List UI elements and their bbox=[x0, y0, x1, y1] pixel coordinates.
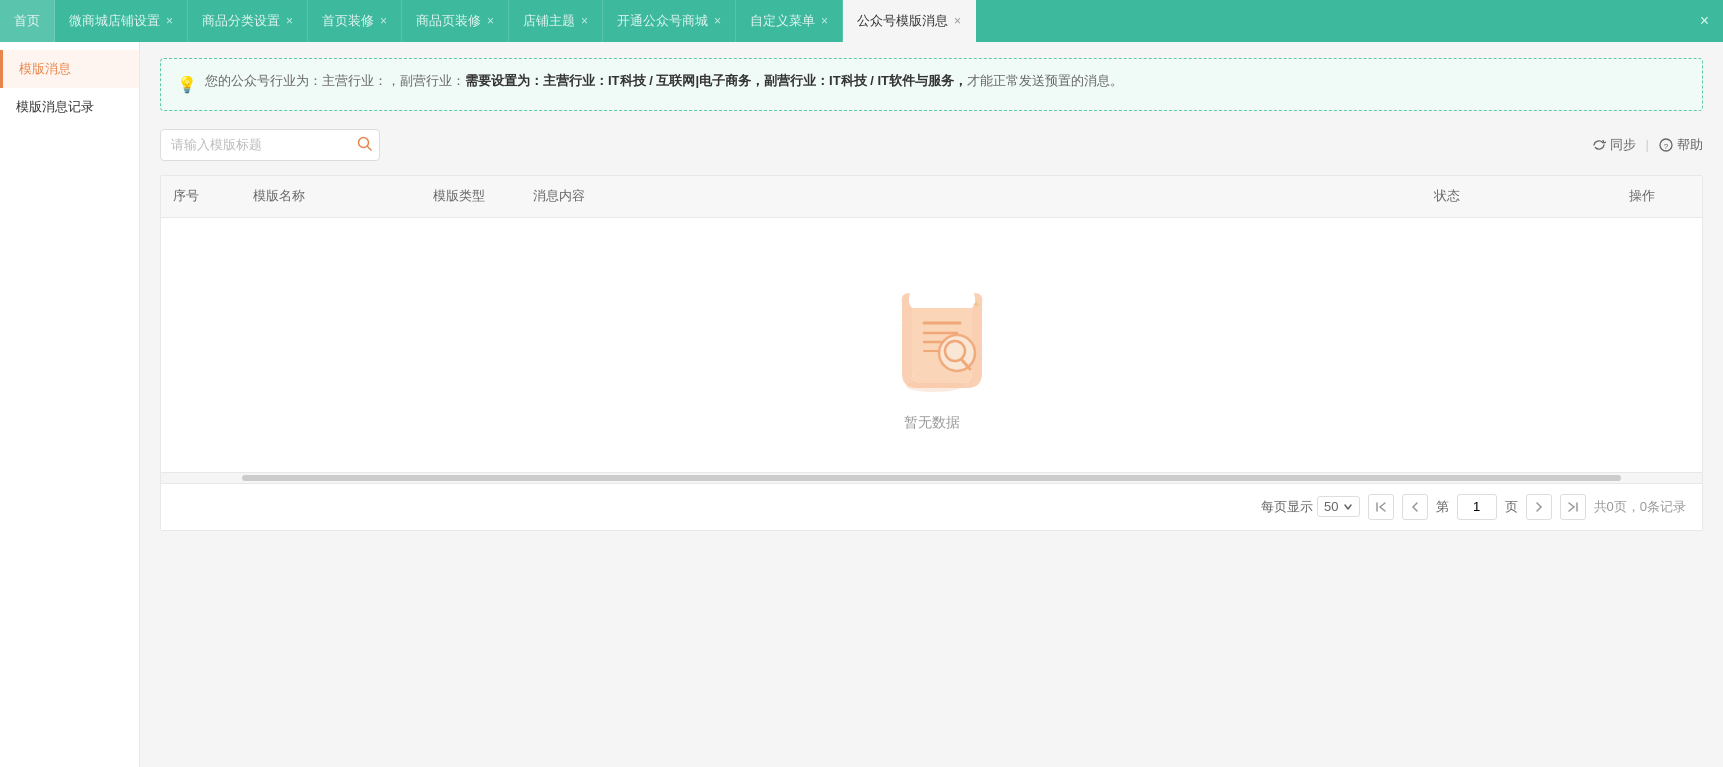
page-size-dropdown[interactable]: 50 bbox=[1317, 496, 1359, 517]
close-tab-template-msg[interactable]: × bbox=[954, 15, 961, 27]
col-header-name: 模版名称 bbox=[241, 187, 421, 205]
nav-tab-home[interactable]: 首页 bbox=[0, 0, 55, 42]
sync-button[interactable]: 同步 bbox=[1592, 136, 1636, 154]
main-layout: 模版消息 模版消息记录 💡 您的公众号行业为：主营行业：，副营行业：需要设置为：… bbox=[0, 42, 1723, 767]
toolbar-divider: | bbox=[1646, 137, 1649, 152]
notice-text: 您的公众号行业为：主营行业：，副营行业：需要设置为：主营行业：IT科技 / 互联… bbox=[205, 71, 1123, 92]
svg-text:·: · bbox=[897, 321, 899, 330]
last-page-icon bbox=[1567, 501, 1579, 513]
nav-tab-home-decor[interactable]: 首页装修 × bbox=[308, 0, 402, 42]
toolbar-right: 同步 | ? 帮助 bbox=[1592, 136, 1703, 154]
horizontal-scrollbar[interactable] bbox=[161, 472, 1702, 484]
notice-suffix: 才能正常发送预置的消息。 bbox=[967, 73, 1123, 88]
close-tab-open-mall[interactable]: × bbox=[714, 15, 721, 27]
close-tab-custom-menu[interactable]: × bbox=[821, 15, 828, 27]
chevron-down-icon bbox=[1343, 502, 1353, 512]
prev-page-button[interactable] bbox=[1402, 494, 1428, 520]
close-all-tabs-button[interactable]: × bbox=[1686, 12, 1723, 30]
help-button[interactable]: ? 帮助 bbox=[1659, 136, 1703, 154]
notice-box: 💡 您的公众号行业为：主营行业：，副营行业：需要设置为：主营行业：IT科技 / … bbox=[160, 58, 1703, 111]
total-info: 共0页，0条记录 bbox=[1594, 498, 1686, 516]
empty-illustration: ✦ · · bbox=[872, 278, 992, 398]
nav-tab-open-mall[interactable]: 开通公众号商城 × bbox=[603, 0, 736, 42]
nav-tab-label-home: 首页 bbox=[14, 12, 40, 30]
search-input[interactable] bbox=[160, 129, 380, 161]
scroll-thumb[interactable] bbox=[242, 475, 1622, 481]
sync-icon bbox=[1592, 138, 1606, 152]
empty-text: 暂无数据 bbox=[904, 414, 960, 432]
page-size-select: 每页显示 50 bbox=[1261, 496, 1359, 517]
page-unit: 页 bbox=[1505, 498, 1518, 516]
close-tab-shop-theme[interactable]: × bbox=[581, 15, 588, 27]
empty-state: ✦ · · 暂无数据 bbox=[161, 218, 1702, 472]
svg-line-1 bbox=[368, 146, 372, 150]
nav-tab-product-category[interactable]: 商品分类设置 × bbox=[188, 0, 308, 42]
nav-tab-custom-menu[interactable]: 自定义菜单 × bbox=[736, 0, 843, 42]
page-label: 第 bbox=[1436, 498, 1449, 516]
search-button[interactable] bbox=[357, 136, 372, 154]
search-bar: 同步 | ? 帮助 bbox=[160, 129, 1703, 161]
col-header-content: 消息内容 bbox=[521, 187, 1422, 205]
close-tab-product-category[interactable]: × bbox=[286, 15, 293, 27]
nav-tab-label-product-decor: 商品页装修 bbox=[416, 12, 481, 30]
close-tab-shop-setting[interactable]: × bbox=[166, 15, 173, 27]
close-tab-product-decor[interactable]: × bbox=[487, 15, 494, 27]
col-header-action: 操作 bbox=[1582, 187, 1702, 205]
notice-highlight: 需要设置为：主营行业：IT科技 / 互联网|电子商务，副营行业：IT科技 / I… bbox=[465, 73, 967, 88]
first-page-button[interactable] bbox=[1368, 494, 1394, 520]
close-tab-home-decor[interactable]: × bbox=[380, 15, 387, 27]
first-page-icon bbox=[1375, 501, 1387, 513]
next-page-icon bbox=[1533, 501, 1545, 513]
sidebar: 模版消息 模版消息记录 bbox=[0, 42, 140, 767]
nav-tab-label-shop-setting: 微商城店铺设置 bbox=[69, 12, 160, 30]
col-header-status: 状态 bbox=[1422, 187, 1582, 205]
help-icon: ? bbox=[1659, 138, 1673, 152]
data-table: 序号 模版名称 模版类型 消息内容 状态 操作 bbox=[160, 175, 1703, 531]
top-nav: 首页 微商城店铺设置 × 商品分类设置 × 首页装修 × 商品页装修 × 店铺主… bbox=[0, 0, 1723, 42]
table-header: 序号 模版名称 模版类型 消息内容 状态 操作 bbox=[161, 176, 1702, 218]
bulb-icon: 💡 bbox=[177, 72, 197, 98]
nav-tab-shop-theme[interactable]: 店铺主题 × bbox=[509, 0, 603, 42]
nav-tab-label-home-decor: 首页装修 bbox=[322, 12, 374, 30]
notice-prefix: 您的公众号行业为：主营行业：，副营行业： bbox=[205, 73, 465, 88]
pagination: 每页显示 50 bbox=[161, 484, 1702, 530]
page-size-value: 50 bbox=[1324, 499, 1338, 514]
nav-tab-label-product-category: 商品分类设置 bbox=[202, 12, 280, 30]
nav-tab-label-open-mall: 开通公众号商城 bbox=[617, 12, 708, 30]
sidebar-item-template-msg-record[interactable]: 模版消息记录 bbox=[0, 88, 139, 126]
search-icon bbox=[357, 136, 372, 151]
svg-text:·: · bbox=[980, 316, 982, 325]
sidebar-item-label-template-msg: 模版消息 bbox=[19, 61, 71, 76]
page-number-input[interactable] bbox=[1457, 494, 1497, 520]
nav-tab-label-template-msg: 公众号模版消息 bbox=[857, 12, 948, 30]
nav-tab-shop-setting[interactable]: 微商城店铺设置 × bbox=[55, 0, 188, 42]
sidebar-item-label-template-msg-record: 模版消息记录 bbox=[16, 99, 94, 114]
content-area: 💡 您的公众号行业为：主营行业：，副营行业：需要设置为：主营行业：IT科技 / … bbox=[140, 42, 1723, 767]
last-page-button[interactable] bbox=[1560, 494, 1586, 520]
prev-page-icon bbox=[1409, 501, 1421, 513]
sync-label: 同步 bbox=[1610, 136, 1636, 154]
nav-tab-template-msg[interactable]: 公众号模版消息 × bbox=[843, 0, 976, 42]
next-page-button[interactable] bbox=[1526, 494, 1552, 520]
search-input-wrap bbox=[160, 129, 380, 161]
col-header-type: 模版类型 bbox=[421, 187, 521, 205]
svg-text:✦: ✦ bbox=[972, 299, 980, 310]
col-header-seq: 序号 bbox=[161, 187, 241, 205]
nav-tab-label-custom-menu: 自定义菜单 bbox=[750, 12, 815, 30]
nav-tab-product-decor[interactable]: 商品页装修 × bbox=[402, 0, 509, 42]
svg-text:?: ? bbox=[1664, 142, 1669, 151]
nav-tab-label-shop-theme: 店铺主题 bbox=[523, 12, 575, 30]
help-label: 帮助 bbox=[1677, 136, 1703, 154]
page-size-label: 每页显示 bbox=[1261, 498, 1313, 516]
sidebar-item-template-msg[interactable]: 模版消息 bbox=[0, 50, 139, 88]
